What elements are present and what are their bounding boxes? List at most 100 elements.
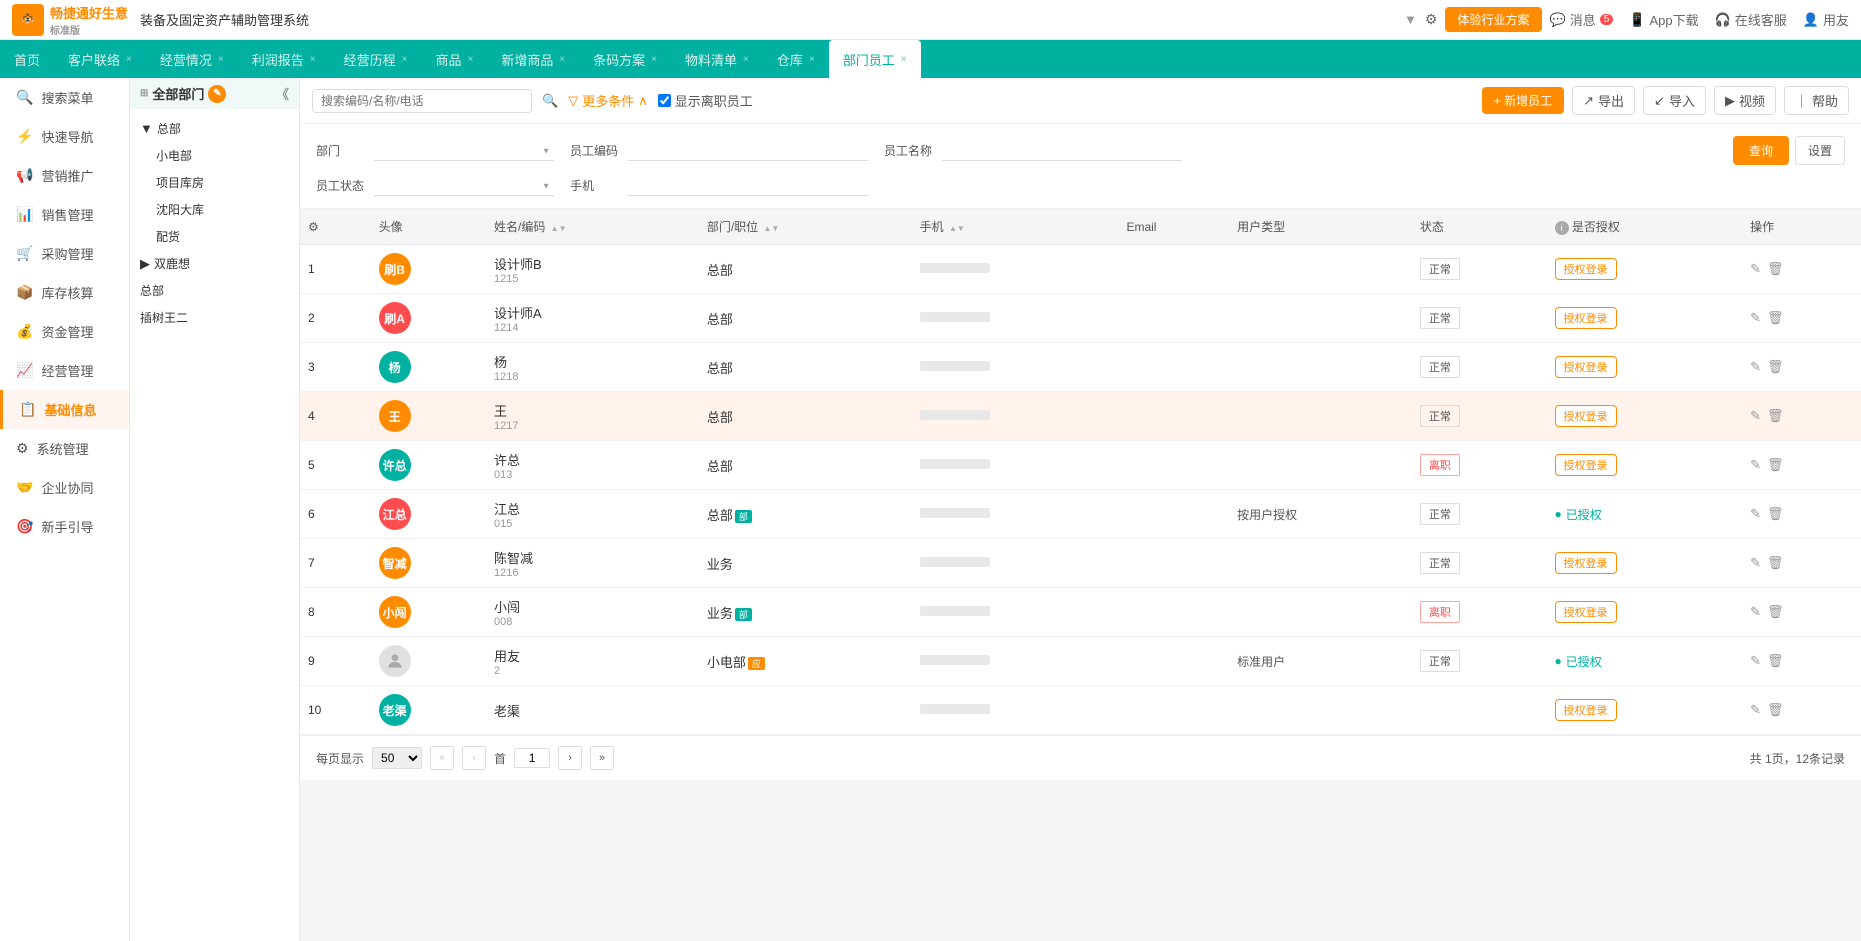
sidebar-item-marketing[interactable]: 📢 营销推广	[0, 156, 129, 195]
delete-icon[interactable]: 🗑	[1767, 310, 1784, 326]
emp-name-input[interactable]	[942, 140, 1182, 161]
dept-edit-icon[interactable]: ✎	[208, 85, 226, 103]
app-download-btn[interactable]: 📱 App下载	[1629, 10, 1698, 29]
edit-icon[interactable]: ✎	[1750, 702, 1761, 718]
delete-icon[interactable]: 🗑	[1767, 261, 1784, 277]
tab-profit[interactable]: 利润报告 ×	[238, 40, 330, 78]
online-service-btn[interactable]: 🎧 在线客服	[1715, 10, 1787, 29]
trial-button[interactable]: 体验行业方案	[1445, 7, 1541, 32]
dept-node-xiaodian[interactable]: 小电部	[146, 142, 299, 169]
show-quit-checkbox[interactable]: 显示离职员工	[658, 91, 753, 110]
help-button[interactable]: ｜ 帮助	[1784, 86, 1849, 115]
close-icon[interactable]: ×	[310, 54, 316, 65]
collapse-btn[interactable]: 《	[276, 84, 289, 103]
first-page-btn[interactable]: «	[430, 746, 454, 770]
sidebar-item-purchase[interactable]: 🛒 采购管理	[0, 234, 129, 273]
tab-dept-staff[interactable]: 部门员工 ×	[829, 40, 921, 78]
dropdown-arrow[interactable]: ▼	[1404, 12, 1417, 27]
delete-icon[interactable]: 🗑	[1767, 653, 1784, 669]
tab-add-goods[interactable]: 新增商品 ×	[487, 40, 579, 78]
delete-icon[interactable]: 🗑	[1767, 702, 1784, 718]
delete-icon[interactable]: 🗑	[1767, 555, 1784, 571]
close-icon[interactable]: ×	[467, 54, 473, 65]
edit-icon[interactable]: ✎	[1750, 261, 1761, 277]
sidebar-item-nav[interactable]: ⚡ 快速导航	[0, 117, 129, 156]
close-icon[interactable]: ×	[901, 54, 907, 65]
edit-icon[interactable]: ✎	[1750, 359, 1761, 375]
tab-history[interactable]: 经营历程 ×	[330, 40, 422, 78]
dept-node-shenyang[interactable]: 沈阳大库	[146, 196, 299, 223]
col-name-code[interactable]: 姓名/编码 ▲▼	[486, 209, 699, 245]
auth-login-button[interactable]: 授权登录	[1555, 454, 1617, 476]
auth-login-button[interactable]: 授权登录	[1555, 307, 1617, 329]
add-employee-button[interactable]: + 新增员工	[1482, 87, 1564, 114]
sidebar-item-collab[interactable]: 🤝 企业协同	[0, 468, 129, 507]
close-icon[interactable]: ×	[402, 54, 408, 65]
gear-icon[interactable]: ⚙	[1425, 11, 1438, 28]
show-quit-input[interactable]	[658, 94, 671, 107]
emp-code-input[interactable]	[628, 140, 868, 161]
delete-icon[interactable]: 🗑	[1767, 359, 1784, 375]
export-button[interactable]: ↗ 导出	[1572, 86, 1635, 115]
close-icon[interactable]: ×	[743, 54, 749, 65]
dept-node-project[interactable]: 项目库房	[146, 169, 299, 196]
dept-all[interactable]: ⊞ 全部部门 ✎ 《	[130, 78, 299, 109]
tab-customer[interactable]: 客户联络 ×	[54, 40, 146, 78]
auth-login-button[interactable]: 授权登录	[1555, 601, 1617, 623]
sidebar-item-search[interactable]: 🔍 搜索菜单	[0, 78, 129, 117]
page-number-input[interactable]	[514, 748, 550, 768]
auth-login-button[interactable]: 授权登录	[1555, 405, 1617, 427]
user-avatar-btn[interactable]: 👤 用友	[1803, 10, 1849, 29]
sidebar-item-inventory[interactable]: 📦 库存核算	[0, 273, 129, 312]
sidebar-item-operation[interactable]: 📈 经营管理	[0, 351, 129, 390]
auth-info-icon[interactable]: i	[1555, 221, 1569, 235]
set-button[interactable]: 设置	[1795, 136, 1845, 165]
tab-bom[interactable]: 物料清单 ×	[671, 40, 763, 78]
next-page-btn[interactable]: ›	[558, 746, 582, 770]
tab-home[interactable]: 首页	[0, 40, 54, 78]
edit-icon[interactable]: ✎	[1750, 555, 1761, 571]
close-icon[interactable]: ×	[809, 54, 815, 65]
delete-icon[interactable]: 🗑	[1767, 457, 1784, 473]
search-input[interactable]	[312, 89, 532, 113]
search-button[interactable]: 🔍	[542, 93, 558, 109]
delete-icon[interactable]: 🗑	[1767, 408, 1784, 424]
col-settings[interactable]: ⚙	[300, 209, 371, 245]
sidebar-item-sales[interactable]: 📊 销售管理	[0, 195, 129, 234]
per-page-select[interactable]: 50 100	[372, 747, 422, 769]
tab-barcode[interactable]: 条码方案 ×	[579, 40, 671, 78]
more-filter-btn[interactable]: ▽ 更多条件 ∧	[568, 91, 648, 110]
dept-node-zongbu[interactable]: ▼ 总部	[130, 115, 299, 142]
edit-icon[interactable]: ✎	[1750, 506, 1761, 522]
prev-page-btn[interactable]: ‹	[462, 746, 486, 770]
message-btn[interactable]: 💬 消息 5	[1550, 10, 1614, 29]
dept-node-peihuo[interactable]: 配货	[146, 223, 299, 250]
col-phone[interactable]: 手机 ▲▼	[912, 209, 1119, 245]
edit-icon[interactable]: ✎	[1750, 310, 1761, 326]
sidebar-item-guide[interactable]: 🎯 新手引导	[0, 507, 129, 546]
edit-icon[interactable]: ✎	[1750, 653, 1761, 669]
sidebar-item-finance[interactable]: 💰 资金管理	[0, 312, 129, 351]
tab-warehouse[interactable]: 仓库 ×	[763, 40, 829, 78]
tab-goods[interactable]: 商品 ×	[421, 40, 487, 78]
auth-login-button[interactable]: 授权登录	[1555, 552, 1617, 574]
delete-icon[interactable]: 🗑	[1767, 604, 1784, 620]
delete-icon[interactable]: 🗑	[1767, 506, 1784, 522]
phone-input[interactable]	[628, 175, 868, 196]
status-select[interactable]	[374, 175, 554, 196]
dept-node-shuangluxiang[interactable]: ▶ 双鹿想	[130, 250, 299, 277]
dept-select[interactable]	[374, 140, 554, 161]
sidebar-item-system[interactable]: ⚙ 系统管理	[0, 429, 129, 468]
video-button[interactable]: ▶ 视频	[1714, 86, 1776, 115]
col-dept-pos[interactable]: 部门/职位 ▲▼	[699, 209, 912, 245]
edit-icon[interactable]: ✎	[1750, 408, 1761, 424]
last-page-btn[interactable]: »	[590, 746, 614, 770]
edit-icon[interactable]: ✎	[1750, 457, 1761, 473]
edit-icon[interactable]: ✎	[1750, 604, 1761, 620]
auth-login-button[interactable]: 授权登录	[1555, 699, 1617, 721]
query-button[interactable]: 查询	[1733, 136, 1789, 165]
dept-node-chashuwang[interactable]: 插树王二	[130, 304, 299, 331]
auth-login-button[interactable]: 授权登录	[1555, 258, 1617, 280]
dept-node-zongbu2[interactable]: 总部	[130, 277, 299, 304]
auth-login-button[interactable]: 授权登录	[1555, 356, 1617, 378]
